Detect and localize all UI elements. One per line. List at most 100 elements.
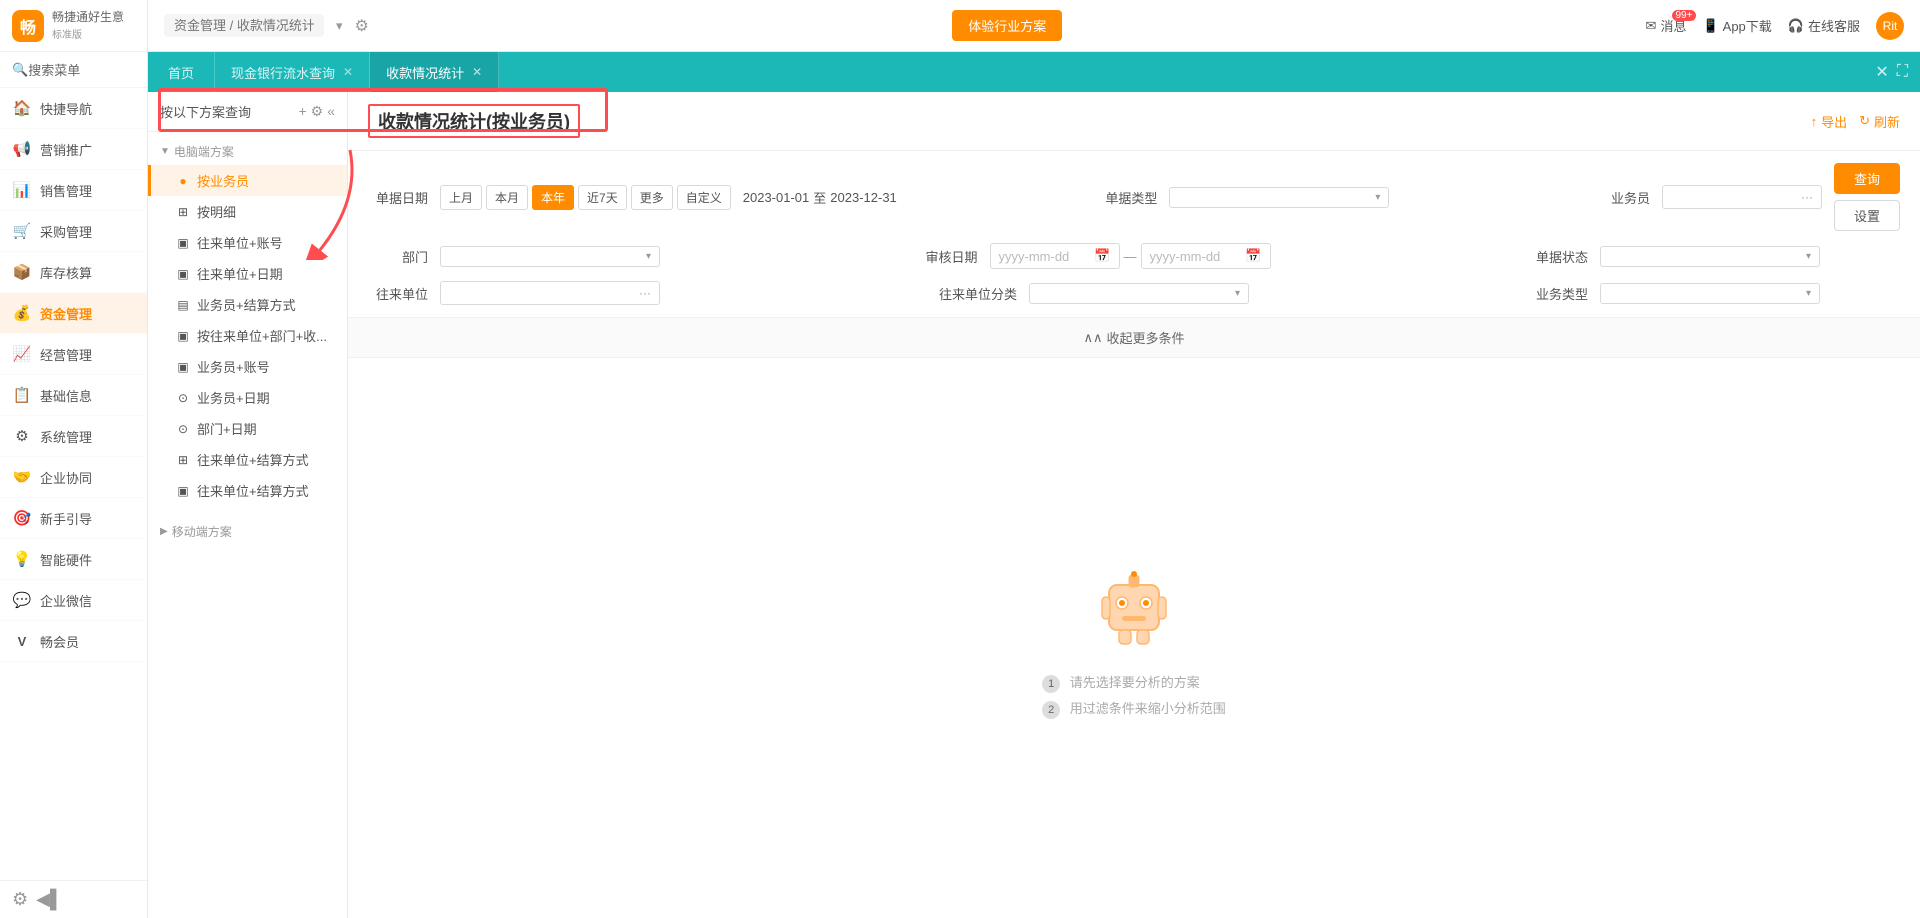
tab-home[interactable]: 首页 bbox=[148, 52, 215, 92]
tab-bank-flow[interactable]: 现金银行流水查询 ✕ bbox=[215, 52, 370, 92]
date-quick-buttons: 上月 本月 本年 近7天 更多 自定义 bbox=[440, 185, 731, 210]
home-icon: 🏠 bbox=[12, 98, 32, 118]
breadcrumb-input[interactable] bbox=[164, 14, 324, 37]
tab-receipt-stats[interactable]: 收款情况统计 ✕ bbox=[370, 52, 499, 92]
sidebar-item-search-menu[interactable]: 🔍 搜索菜单 bbox=[0, 52, 147, 88]
scheme-item-detail[interactable]: ⊞ 按明细 bbox=[148, 196, 347, 227]
dept-select[interactable]: ▾ bbox=[440, 246, 660, 267]
date-btn-more[interactable]: 更多 bbox=[631, 185, 673, 210]
scheme-item-by-salesperson[interactable]: ● 按业务员 bbox=[148, 165, 347, 196]
filter-area: 单据日期 上月 本月 本年 近7天 更多 自定义 2023-01-01 至 20… bbox=[348, 151, 1920, 318]
scheme-item-dept-date[interactable]: ⊙ 部门+日期 bbox=[148, 413, 347, 444]
salesperson-item-icon: ● bbox=[175, 173, 191, 189]
date-btn-7days[interactable]: 近7天 bbox=[578, 185, 627, 210]
sidebar-item-wechat[interactable]: 💬 企业微信 bbox=[0, 580, 147, 621]
detail-item-icon: ⊞ bbox=[175, 204, 191, 220]
collapse-sidebar-icon[interactable]: ◀▌ bbox=[36, 889, 63, 910]
scheme-section-pc-title[interactable]: ▼ 电脑端方案 bbox=[148, 138, 347, 165]
scheme-settings-icon[interactable]: ⚙ bbox=[311, 103, 324, 120]
sidebar-item-smart-hw[interactable]: 💡 智能硬件 bbox=[0, 539, 147, 580]
basic-info-icon: 📋 bbox=[12, 385, 32, 405]
scheme-header: 按以下方案查询 + ⚙ « bbox=[148, 92, 347, 132]
step2-num: 2 bbox=[1042, 701, 1060, 719]
sidebar-item-marketing[interactable]: 📢 营销推广 bbox=[0, 129, 147, 170]
operations-icon: 📈 bbox=[12, 344, 32, 364]
export-button[interactable]: ↑ 导出 bbox=[1811, 112, 1848, 131]
voucher-type-label: 单据类型 bbox=[1097, 188, 1157, 207]
header-gear-icon[interactable]: ⚙ bbox=[355, 16, 369, 36]
query-button[interactable]: 查询 bbox=[1834, 163, 1900, 194]
sidebar-item-purchase[interactable]: 🛒 采购管理 bbox=[0, 211, 147, 252]
scheme-item-salesperson-date[interactable]: ⊙ 业务员+日期 bbox=[148, 382, 347, 413]
salesperson-select[interactable]: ··· bbox=[1662, 185, 1822, 209]
voucher-status-select[interactable]: ▾ bbox=[1600, 246, 1820, 267]
headset-icon: 🎧 bbox=[1788, 18, 1804, 34]
counterpart-more-icon[interactable]: ··· bbox=[639, 286, 651, 300]
scheme-panel: 按以下方案查询 + ⚙ « ▼ 电脑端方案 ● 按业务员 ⊞ bbox=[148, 92, 348, 918]
tab-close-bank-flow[interactable]: ✕ bbox=[343, 65, 353, 79]
voucher-type-select[interactable]: ▾ bbox=[1169, 187, 1389, 208]
scheme-section-mobile-title[interactable]: ▶ 移动端方案 bbox=[148, 518, 347, 545]
close-window-icon[interactable]: ✕ bbox=[1875, 62, 1888, 82]
scheme-collapse-icon[interactable]: « bbox=[327, 103, 335, 120]
online-service-link[interactable]: 🎧 在线客服 bbox=[1788, 16, 1860, 35]
sidebar-item-quick-nav[interactable]: 🏠 快捷导航 bbox=[0, 88, 147, 129]
settings-button[interactable]: 设置 bbox=[1834, 200, 1900, 231]
scheme-item-unit-settle2[interactable]: ▣ 往来单位+结算方式 bbox=[148, 475, 347, 506]
sidebar-item-basic-info[interactable]: 📋 基础信息 bbox=[0, 375, 147, 416]
user-avatar[interactable]: Rit bbox=[1876, 12, 1904, 40]
date-btn-custom[interactable]: 自定义 bbox=[677, 185, 731, 210]
unit-dept-collect-icon: ▣ bbox=[175, 328, 191, 344]
empty-steps: 1 请先选择要分析的方案 2 用过滤条件来缩小分析范围 bbox=[1042, 670, 1226, 722]
finance-icon: 💰 bbox=[12, 303, 32, 323]
refresh-button[interactable]: ↻ 刷新 bbox=[1859, 112, 1900, 131]
system-icon: ⚙ bbox=[12, 426, 32, 446]
sidebar-item-system[interactable]: ⚙ 系统管理 bbox=[0, 416, 147, 457]
app-download-link[interactable]: 📱 App下载 bbox=[1702, 16, 1771, 35]
collapse-bar[interactable]: ∧∧ 收起更多条件 bbox=[348, 318, 1920, 358]
date-btn-this-year[interactable]: 本年 bbox=[532, 185, 574, 210]
sidebar-item-member[interactable]: V 畅会员 bbox=[0, 621, 147, 662]
scheme-header-label: 按以下方案查询 bbox=[160, 102, 251, 121]
sidebar-item-enterprise[interactable]: 🤝 企业协同 bbox=[0, 457, 147, 498]
sidebar-item-operations[interactable]: 📈 经营管理 bbox=[0, 334, 147, 375]
salesperson-date-icon: ⊙ bbox=[175, 390, 191, 406]
counterpart-class-select[interactable]: ▾ bbox=[1029, 283, 1249, 304]
review-date-dash: — bbox=[1124, 249, 1137, 264]
mobile-section-arrow: ▶ bbox=[160, 526, 168, 537]
message-icon: ✉ bbox=[1646, 18, 1657, 34]
scheme-item-unit-dept-collect[interactable]: ▣ 按往来单位+部门+收... bbox=[148, 320, 347, 351]
message-count-badge: 99+ bbox=[1672, 10, 1697, 21]
scheme-item-salesperson-settle[interactable]: ▤ 业务员+结算方式 bbox=[148, 289, 347, 320]
sidebar-item-guide[interactable]: 🎯 新手引导 bbox=[0, 498, 147, 539]
calendar-to-icon: 📅 bbox=[1245, 248, 1261, 264]
scheme-add-icon[interactable]: + bbox=[298, 103, 306, 120]
review-date-to-input[interactable]: yyyy-mm-dd 📅 bbox=[1141, 243, 1271, 269]
scheme-item-unit-account[interactable]: ▣ 往来单位+账号 bbox=[148, 227, 347, 258]
date-btn-last-month[interactable]: 上月 bbox=[440, 185, 482, 210]
salesperson-more-icon[interactable]: ··· bbox=[1801, 190, 1813, 204]
breadcrumb-dropdown-icon[interactable]: ▾ bbox=[336, 18, 343, 34]
step1-num: 1 bbox=[1042, 675, 1060, 693]
scheme-item-unit-date[interactable]: ▣ 往来单位+日期 bbox=[148, 258, 347, 289]
salesperson-settle-icon: ▤ bbox=[175, 297, 191, 313]
sidebar-item-inventory[interactable]: 📦 库存核算 bbox=[0, 252, 147, 293]
top-header: ▾ ⚙ 体验行业方案 ✉ 消息 99+ 📱 App下载 🎧 在线客服 Rit bbox=[148, 0, 1920, 52]
maximize-icon[interactable]: ⛶ bbox=[1897, 63, 1908, 81]
date-btn-this-month[interactable]: 本月 bbox=[486, 185, 528, 210]
counterpart-select[interactable]: ··· bbox=[440, 281, 660, 305]
empty-state: 1 请先选择要分析的方案 2 用过滤条件来缩小分析范围 bbox=[348, 358, 1920, 918]
review-date-from-input[interactable]: yyyy-mm-dd 📅 bbox=[990, 243, 1120, 269]
scheme-item-salesperson-account[interactable]: ▣ 业务员+账号 bbox=[148, 351, 347, 382]
message-area[interactable]: ✉ 消息 99+ bbox=[1646, 16, 1687, 35]
sidebar-item-sales[interactable]: 📊 销售管理 bbox=[0, 170, 147, 211]
dept-date-icon: ⊙ bbox=[175, 421, 191, 437]
inventory-icon: 📦 bbox=[12, 262, 32, 282]
trial-button[interactable]: 体验行业方案 bbox=[952, 10, 1062, 41]
scheme-item-unit-settle1[interactable]: ⊞ 往来单位+结算方式 bbox=[148, 444, 347, 475]
biz-type-select[interactable]: ▾ bbox=[1600, 283, 1820, 304]
voucher-status-arrow: ▾ bbox=[1806, 251, 1811, 262]
tab-close-receipt-stats[interactable]: ✕ bbox=[472, 65, 482, 79]
sidebar-item-finance[interactable]: 💰 资金管理 bbox=[0, 293, 147, 334]
settings-bottom-icon[interactable]: ⚙ bbox=[12, 889, 28, 910]
